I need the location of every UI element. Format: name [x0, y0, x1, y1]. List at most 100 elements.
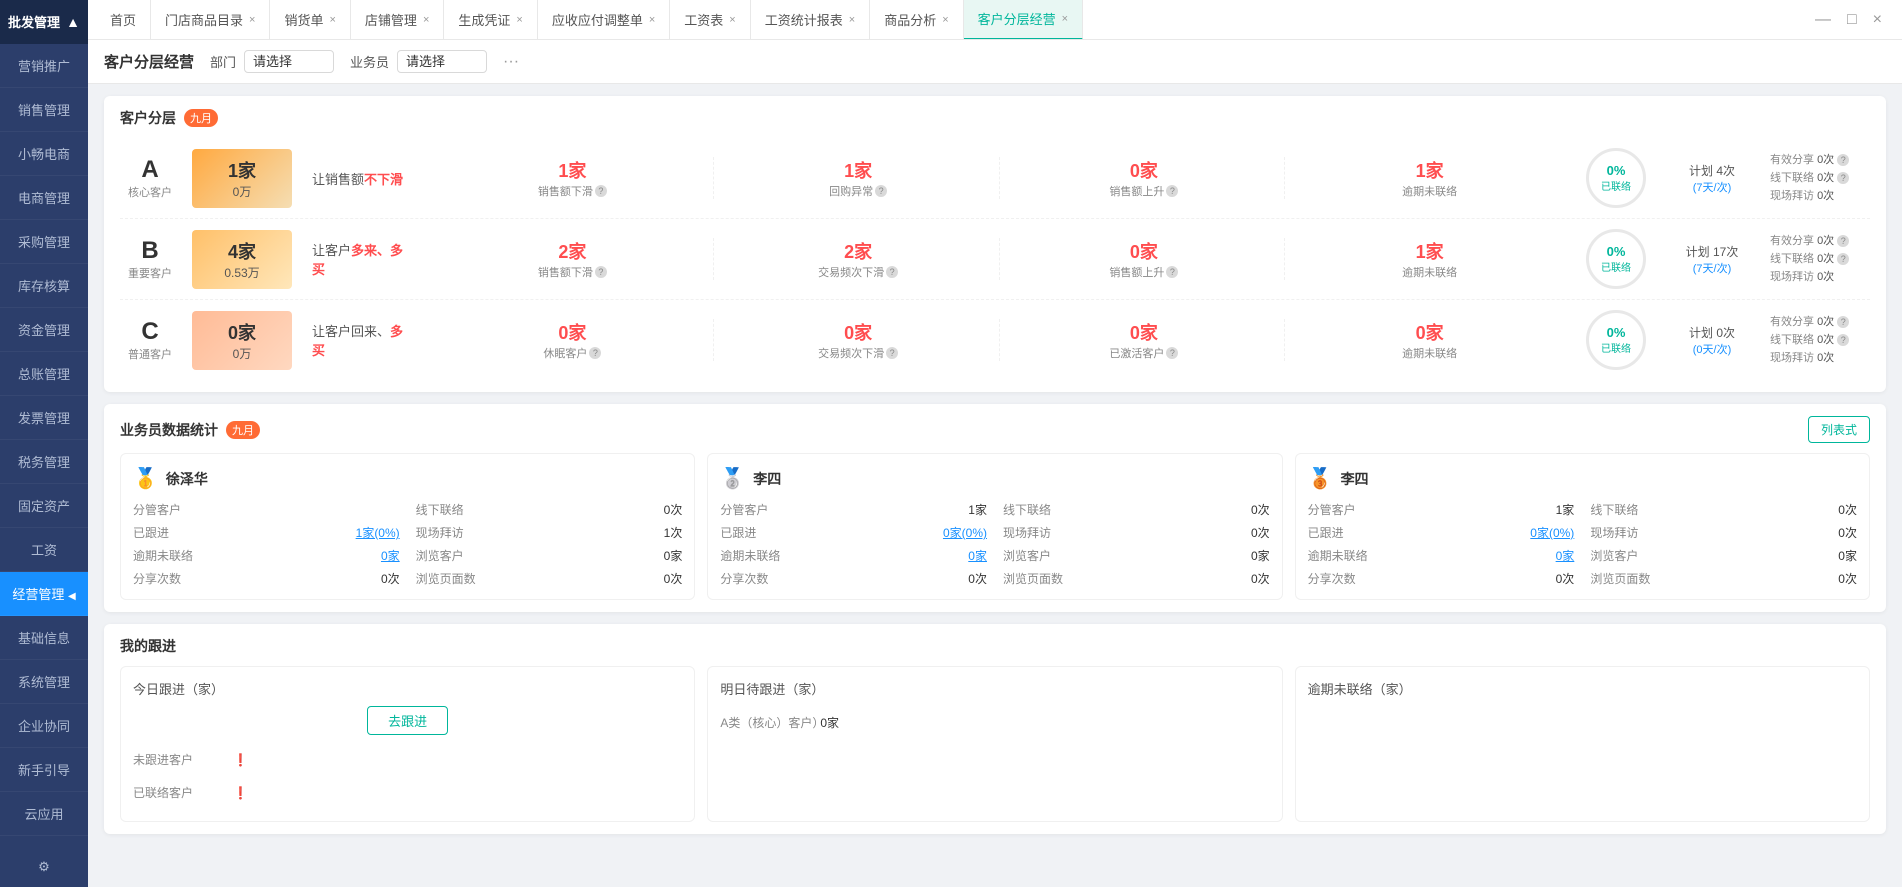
tier-b-stats[interactable]: 4家 0.53万 [192, 230, 292, 289]
tab-gongzibiao[interactable]: 工资表 × [670, 0, 750, 40]
info-icon[interactable]: ? [589, 347, 601, 359]
sidebar-item-caigou[interactable]: 采购管理 [0, 220, 88, 264]
staff-metric-3-5: 逾期未联络 0家 [1308, 547, 1575, 564]
info-icon[interactable]: ? [595, 185, 607, 197]
tier-a-label: A 核心客户 [120, 156, 180, 200]
staff-metric-2-5: 逾期未联络 0家 [720, 547, 987, 564]
sidebar-item-gudingzichan[interactable]: 固定资产 [0, 484, 88, 528]
sidebar-item-zhangzhang[interactable]: 总账管理 [0, 352, 88, 396]
filter-dept-group: 部门 请选择 [210, 50, 334, 73]
tab-close-mendian[interactable]: × [249, 14, 255, 26]
sidebar-settings-icon[interactable]: ⚙ [0, 847, 88, 887]
main-area: 首页 门店商品目录 × 销货单 × 店铺管理 × 生成凭证 × 应收应付调整单 … [88, 0, 1902, 887]
tier-b-metrics: 2家 销售额下滑 ? 2家 交易频次下滑 ? 0家 销售额上升 ? 1家 [432, 238, 1570, 280]
tier-c-metric-3[interactable]: 0家 已激活客户 ? [1004, 319, 1286, 361]
follow-tomorrow-row1: A类（核心）客户） 0家 [720, 706, 1269, 739]
tab-home[interactable]: 首页 [96, 0, 151, 40]
tier-c-contact-circle: 0% 已联络 [1586, 310, 1646, 370]
sidebar-item-dianshang[interactable]: 电商管理 [0, 176, 88, 220]
sidebar-item-zijin[interactable]: 资金管理 [0, 308, 88, 352]
staff-name-3: 李四 [1341, 469, 1369, 489]
staff-name-2: 李四 [753, 469, 781, 489]
tab-close-shangpin[interactable]: × [942, 14, 948, 26]
tab-close-xiaohuo[interactable]: × [329, 14, 335, 26]
sidebar-item-qiye[interactable]: 企业协同 [0, 704, 88, 748]
tier-a-stats[interactable]: 1家 0万 [192, 149, 292, 208]
tier-c-stats[interactable]: 0家 0万 [192, 311, 292, 370]
sidebar-collapse-icon[interactable]: ▲ [66, 14, 80, 30]
tier-c-metric-1[interactable]: 0家 休眠客户 ? [432, 319, 714, 361]
tab-kehu[interactable]: 客户分层经营 × [964, 0, 1083, 40]
tier-c-metric-4[interactable]: 0家 逾期未联络 [1289, 319, 1570, 361]
tab-dianpu[interactable]: 店铺管理 × [351, 0, 444, 40]
info-icon[interactable]: ? [1837, 154, 1849, 166]
tier-a-metric-2[interactable]: 1家 回购异常 ? [718, 157, 1000, 199]
tab-mendian[interactable]: 门店商品目录 × [151, 0, 270, 40]
list-view-button[interactable]: 列表式 [1808, 416, 1870, 443]
tab-restore-icon[interactable]: □ [1843, 11, 1861, 29]
tier-c-metric-2[interactable]: 0家 交易频次下滑 ? [718, 319, 1000, 361]
tab-close-gongzitongji[interactable]: × [849, 14, 855, 26]
tier-b-metric-2[interactable]: 2家 交易频次下滑 ? [718, 238, 1000, 280]
tab-close-gongzibiao[interactable]: × [729, 14, 735, 26]
info-icon[interactable]: ? [886, 347, 898, 359]
follow-now-button[interactable]: 去跟进 [367, 706, 448, 735]
sidebar-item-shuiwu[interactable]: 税务管理 [0, 440, 88, 484]
tab-minimize-icon[interactable]: — [1811, 11, 1835, 29]
tier-b-metric-1[interactable]: 2家 销售额下滑 ? [432, 238, 714, 280]
info-icon[interactable]: ? [1166, 185, 1178, 197]
tab-close-dianpu[interactable]: × [423, 14, 429, 26]
tab-xiaohuo[interactable]: 销货单 × [270, 0, 350, 40]
staff-metric-2-8: 浏览页面数 0次 [1003, 570, 1270, 587]
info-icon[interactable]: ? [1166, 347, 1178, 359]
tier-a-metric-4[interactable]: 1家 逾期未联络 [1289, 157, 1570, 199]
follow-today-title: 今日跟进（家） [133, 679, 682, 698]
info-icon[interactable]: ? [1837, 235, 1849, 247]
tier-a-metrics: 1家 销售额下滑 ? 1家 回购异常 ? 0家 销售额上升 ? 1家 [432, 157, 1570, 199]
info-icon[interactable]: ? [886, 266, 898, 278]
filter-dept-select[interactable]: 请选择 [244, 50, 334, 73]
tier-row-a: A 核心客户 1家 0万 让销售额不下滑 1家 销售额下滑 ? [120, 138, 1870, 219]
sidebar-item-jingying[interactable]: 经营管理 ◀ [0, 572, 88, 616]
staff-metric-2-6: 浏览客户 0家 [1003, 547, 1270, 564]
filter-staff-label: 业务员 [350, 52, 389, 71]
info-icon[interactable]: ? [1837, 316, 1849, 328]
tier-b-metric-3[interactable]: 0家 销售额上升 ? [1004, 238, 1286, 280]
tab-yingshou[interactable]: 应收应付调整单 × [538, 0, 670, 40]
staff-metric-2-1: 分管客户 1家 [720, 501, 987, 518]
filter-dept-label: 部门 [210, 52, 236, 71]
info-icon[interactable]: ? [595, 266, 607, 278]
tier-b-metric-4[interactable]: 1家 逾期未联络 [1289, 238, 1570, 280]
tab-shangpin[interactable]: 商品分析 × [870, 0, 963, 40]
sidebar-item-fapiao[interactable]: 发票管理 [0, 396, 88, 440]
tab-close-yingshou[interactable]: × [649, 14, 655, 26]
sidebar-item-gongzi[interactable]: 工资 [0, 528, 88, 572]
filter-staff-select[interactable]: 请选择 [397, 50, 487, 73]
tab-close-all-icon[interactable]: × [1869, 11, 1886, 29]
sidebar-item-xitong[interactable]: 系统管理 [0, 660, 88, 704]
tier-a-metric-3[interactable]: 0家 销售额上升 ? [1004, 157, 1286, 199]
tier-a-metric-1[interactable]: 1家 销售额下滑 ? [432, 157, 714, 199]
tab-close-pingzheng[interactable]: × [516, 14, 522, 26]
sidebar-item-yingxiao[interactable]: 营销推广 [0, 44, 88, 88]
sidebar-item-yunyingyong[interactable]: 云应用 [0, 792, 88, 836]
staff-name-1: 徐泽华 [166, 469, 208, 489]
staff-metrics-3: 分管客户 1家 线下联络 0次 已跟进 0家(0%) [1308, 501, 1857, 587]
sidebar-header[interactable]: 批发管理 ▲ [0, 0, 88, 44]
sidebar-item-kucun[interactable]: 库存核算 [0, 264, 88, 308]
staff-medal-3: 🥉 [1308, 466, 1333, 491]
info-icon[interactable]: ? [1837, 253, 1849, 265]
tab-close-kehu[interactable]: × [1062, 13, 1068, 25]
sidebar-item-xiaoshou[interactable]: 销售管理 [0, 88, 88, 132]
tab-gongzitongji[interactable]: 工资统计报表 × [751, 0, 870, 40]
follow-today-row2: 已联络客户 ❗ [133, 776, 682, 809]
sidebar-item-xinshou[interactable]: 新手引导 [0, 748, 88, 792]
info-icon[interactable]: ? [875, 185, 887, 197]
info-icon[interactable]: ? [1837, 172, 1849, 184]
filter-more-icon[interactable]: ··· [503, 53, 519, 71]
sidebar-item-jichu[interactable]: 基础信息 [0, 616, 88, 660]
tab-pingzheng[interactable]: 生成凭证 × [444, 0, 537, 40]
info-icon[interactable]: ? [1837, 334, 1849, 346]
sidebar-item-xiaochang[interactable]: 小畅电商 [0, 132, 88, 176]
info-icon[interactable]: ? [1166, 266, 1178, 278]
